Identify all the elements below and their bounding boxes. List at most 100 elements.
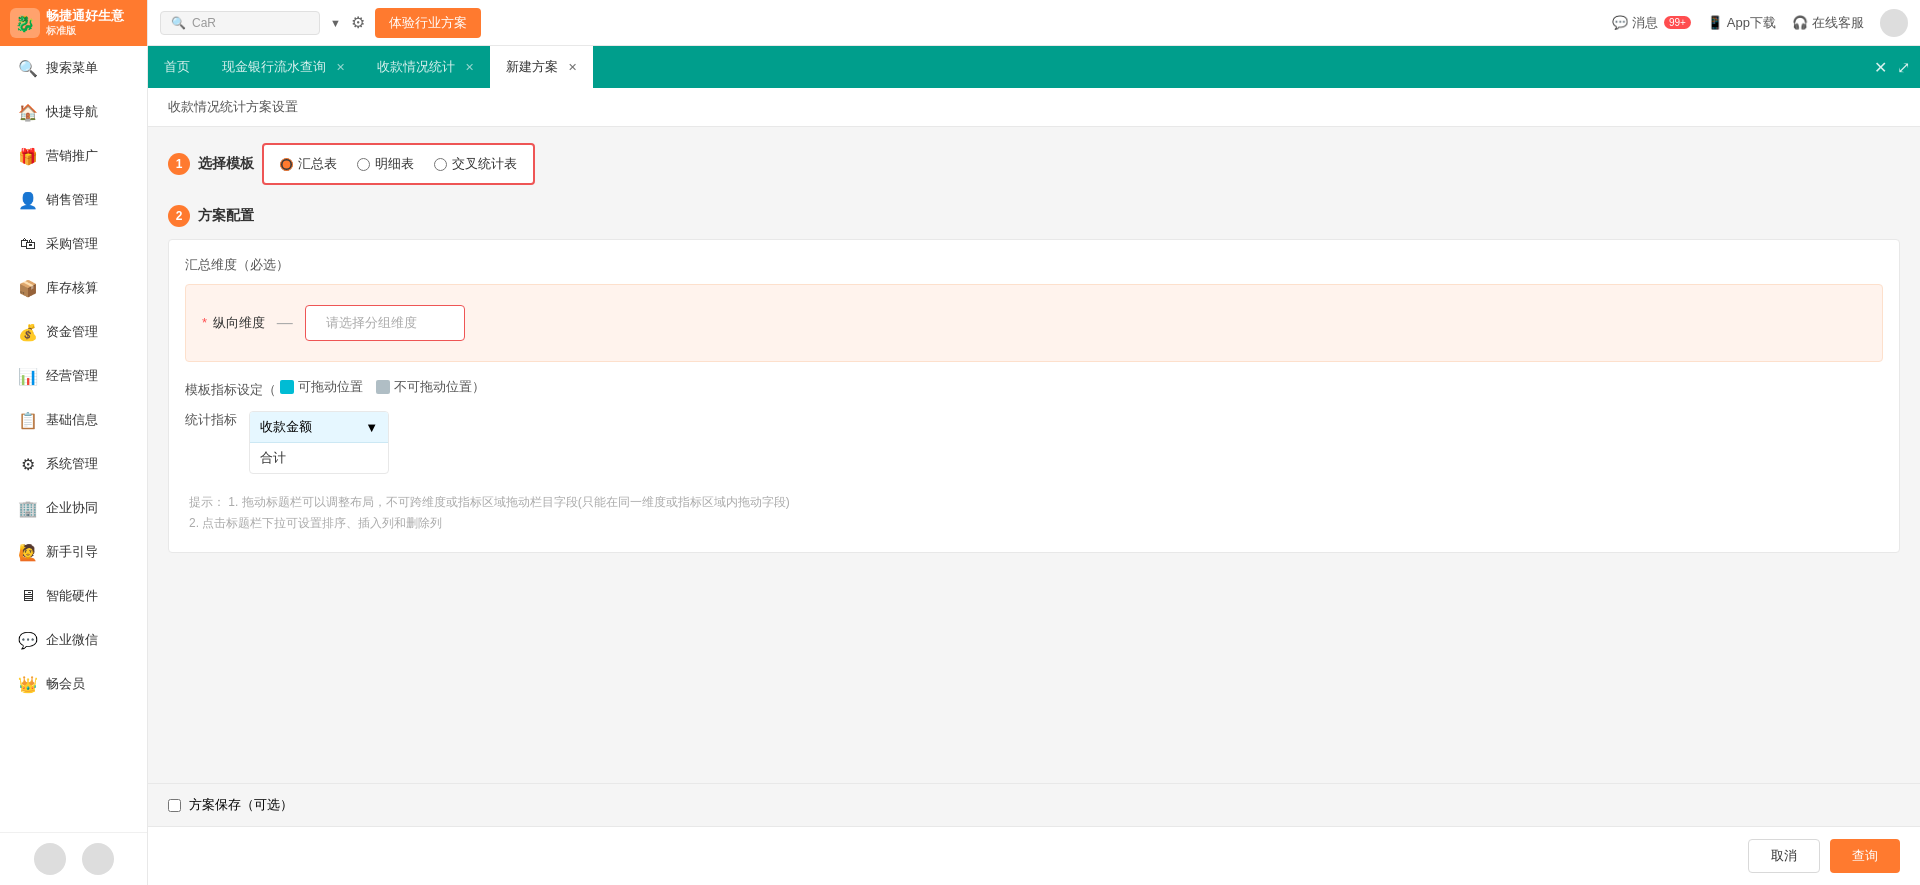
tab-home[interactable]: 首页 bbox=[148, 46, 206, 88]
notification-btn[interactable]: 💬 消息 99+ bbox=[1612, 14, 1691, 32]
service-label: 在线客服 bbox=[1812, 14, 1864, 32]
indicator-table-header[interactable]: 收款金额 ▼ bbox=[250, 412, 388, 443]
search-dropdown-icon[interactable]: ▼ bbox=[330, 17, 341, 29]
sidebar-item-wechat[interactable]: 💬 企业微信 bbox=[0, 618, 147, 662]
app-download-btn[interactable]: 📱 App下载 bbox=[1707, 14, 1776, 32]
sidebar-item-label: 快捷导航 bbox=[46, 103, 98, 121]
marketing-icon: 🎁 bbox=[18, 147, 38, 166]
section1-num: 1 bbox=[168, 153, 190, 175]
tab-new-plan[interactable]: 新建方案 ✕ bbox=[490, 46, 593, 88]
app-download-icon: 📱 bbox=[1707, 15, 1723, 30]
cancel-button[interactable]: 取消 bbox=[1748, 839, 1820, 873]
radio-summary[interactable] bbox=[280, 158, 293, 171]
sidebar-item-inventory[interactable]: 📦 库存核算 bbox=[0, 266, 147, 310]
option-summary[interactable]: 汇总表 bbox=[280, 155, 337, 173]
logo-sub: 标准版 bbox=[46, 24, 124, 38]
required-mark: * bbox=[202, 315, 207, 330]
main-area: 🔍 CaR ▼ ⚙ 体验行业方案 💬 消息 99+ 📱 App下载 🎧 在线客服 bbox=[148, 0, 1920, 885]
tip-1: 提示： 1. 拖动标题栏可以调整布局，不可跨维度或指标区域拖动栏目字段(只能在同… bbox=[189, 494, 1883, 511]
sidebar-item-label: 企业微信 bbox=[46, 631, 98, 649]
sidebar-item-label: 畅会员 bbox=[46, 675, 85, 693]
sidebar-item-label: 搜索菜单 bbox=[46, 59, 98, 77]
tab-collection-stat-label: 收款情况统计 bbox=[377, 58, 455, 76]
sidebar-item-marketing[interactable]: 🎁 营销推广 bbox=[0, 134, 147, 178]
sidebar-item-operations[interactable]: 📊 经营管理 bbox=[0, 354, 147, 398]
sidebar-item-smart-hw[interactable]: 🖥 智能硬件 bbox=[0, 574, 147, 618]
user-avatar-small bbox=[34, 843, 66, 875]
page-header: 收款情况统计方案设置 bbox=[148, 88, 1920, 127]
search-value: CaR bbox=[192, 16, 216, 30]
notification-badge: 99+ bbox=[1664, 16, 1691, 29]
dimension-row: * 纵向维度 — 请选择分组维度 bbox=[202, 305, 1866, 341]
sidebar-item-finance[interactable]: 💰 资金管理 bbox=[0, 310, 147, 354]
search-box[interactable]: 🔍 CaR bbox=[160, 11, 320, 35]
draggable-color-box bbox=[280, 380, 294, 394]
tab-bank-flow[interactable]: 现金银行流水查询 ✕ bbox=[206, 46, 361, 88]
sidebar-item-purchase[interactable]: 🛍 采购管理 bbox=[0, 222, 147, 266]
indicators-label: 模板指标设定（ 可拖动位置 不可拖动位置） bbox=[185, 378, 1883, 399]
notification-icon: 💬 bbox=[1612, 15, 1628, 30]
template-options: 汇总表 明细表 交叉统计表 bbox=[262, 143, 535, 185]
vertical-dim-text: 纵向维度 bbox=[213, 315, 265, 330]
notification-label: 消息 bbox=[1632, 14, 1658, 32]
radio-cross[interactable] bbox=[434, 158, 447, 171]
member-icon: 👑 bbox=[18, 675, 38, 694]
option-detail[interactable]: 明细表 bbox=[357, 155, 414, 173]
column-header-label: 收款金额 bbox=[260, 418, 312, 436]
option-detail-label: 明细表 bbox=[375, 155, 414, 173]
wechat-icon: 💬 bbox=[18, 631, 38, 650]
sidebar-item-label: 基础信息 bbox=[46, 411, 98, 429]
query-button[interactable]: 查询 bbox=[1830, 839, 1900, 873]
sidebar-item-search-menu[interactable]: 🔍 搜索菜单 bbox=[0, 46, 147, 90]
sidebar-item-basic-info[interactable]: 📋 基础信息 bbox=[0, 398, 147, 442]
tab-new-plan-label: 新建方案 bbox=[506, 58, 558, 76]
column-dropdown-icon[interactable]: ▼ bbox=[365, 420, 378, 435]
save-checkbox[interactable] bbox=[168, 799, 181, 812]
sidebar-item-system[interactable]: ⚙ 系统管理 bbox=[0, 442, 147, 486]
section2-header: 2 方案配置 bbox=[168, 205, 1900, 227]
tab-collection-stat[interactable]: 收款情况统计 ✕ bbox=[361, 46, 490, 88]
tab-maximize-icon[interactable]: ⤢ bbox=[1897, 58, 1910, 77]
sidebar: 🐉 畅捷通好生意 标准版 🔍 搜索菜单 🏠 快捷导航 🎁 营销推广 👤 销售管理… bbox=[0, 0, 148, 885]
gear-icon[interactable]: ⚙ bbox=[351, 13, 365, 32]
sidebar-item-enterprise[interactable]: 🏢 企业协同 bbox=[0, 486, 147, 530]
tab-new-plan-close[interactable]: ✕ bbox=[568, 61, 577, 74]
footer-buttons: 取消 查询 bbox=[148, 826, 1920, 885]
sidebar-item-newbie[interactable]: 🙋 新手引导 bbox=[0, 530, 147, 574]
sidebar-item-label: 营销推广 bbox=[46, 147, 98, 165]
tab-close-all-icon[interactable]: ✕ bbox=[1874, 58, 1887, 77]
user-avatar[interactable] bbox=[1880, 9, 1908, 37]
smart-hw-icon: 🖥 bbox=[18, 587, 38, 605]
basic-info-icon: 📋 bbox=[18, 411, 38, 430]
enterprise-icon: 🏢 bbox=[18, 499, 38, 518]
inventory-icon: 📦 bbox=[18, 279, 38, 298]
dimension-select[interactable]: 请选择分组维度 bbox=[305, 305, 465, 341]
sidebar-item-label: 经营管理 bbox=[46, 367, 98, 385]
sidebar-item-sales[interactable]: 👤 销售管理 bbox=[0, 178, 147, 222]
tips-section: 提示： 1. 拖动标题栏可以调整布局，不可跨维度或指标区域拖动栏目字段(只能在同… bbox=[185, 494, 1883, 532]
dimension-placeholder: 请选择分组维度 bbox=[326, 315, 417, 330]
radio-detail[interactable] bbox=[357, 158, 370, 171]
industry-btn[interactable]: 体验行业方案 bbox=[375, 8, 481, 38]
user-avatar-small2 bbox=[82, 843, 114, 875]
quick-nav-icon: 🏠 bbox=[18, 103, 38, 122]
indicators-layout: 统计指标 收款金额 ▼ 合计 bbox=[185, 407, 1883, 474]
sidebar-item-quick-nav[interactable]: 🏠 快捷导航 bbox=[0, 90, 147, 134]
tip-2: 2. 点击标题栏下拉可设置排序、插入列和删除列 bbox=[189, 515, 1883, 532]
draggable-hint: 可拖动位置 bbox=[298, 378, 363, 396]
non-draggable-hint-container: 不可拖动位置） bbox=[376, 378, 485, 396]
search-menu-icon: 🔍 bbox=[18, 59, 38, 78]
tab-bar: 首页 现金银行流水查询 ✕ 收款情况统计 ✕ 新建方案 ✕ ✕ ⤢ bbox=[148, 46, 1920, 88]
config-section: 汇总维度（必选） * 纵向维度 — 请选择分组维度 bbox=[168, 239, 1900, 553]
sidebar-item-member[interactable]: 👑 畅会员 bbox=[0, 662, 147, 706]
purchase-icon: 🛍 bbox=[18, 235, 38, 253]
tab-collection-stat-close[interactable]: ✕ bbox=[465, 61, 474, 74]
online-service-btn[interactable]: 🎧 在线客服 bbox=[1792, 14, 1864, 32]
option-cross[interactable]: 交叉统计表 bbox=[434, 155, 517, 173]
sidebar-item-label: 企业协同 bbox=[46, 499, 98, 517]
tab-bank-flow-label: 现金银行流水查询 bbox=[222, 58, 326, 76]
option-cross-label: 交叉统计表 bbox=[452, 155, 517, 173]
non-draggable-color-box bbox=[376, 380, 390, 394]
sidebar-item-label: 资金管理 bbox=[46, 323, 98, 341]
tab-bank-flow-close[interactable]: ✕ bbox=[336, 61, 345, 74]
